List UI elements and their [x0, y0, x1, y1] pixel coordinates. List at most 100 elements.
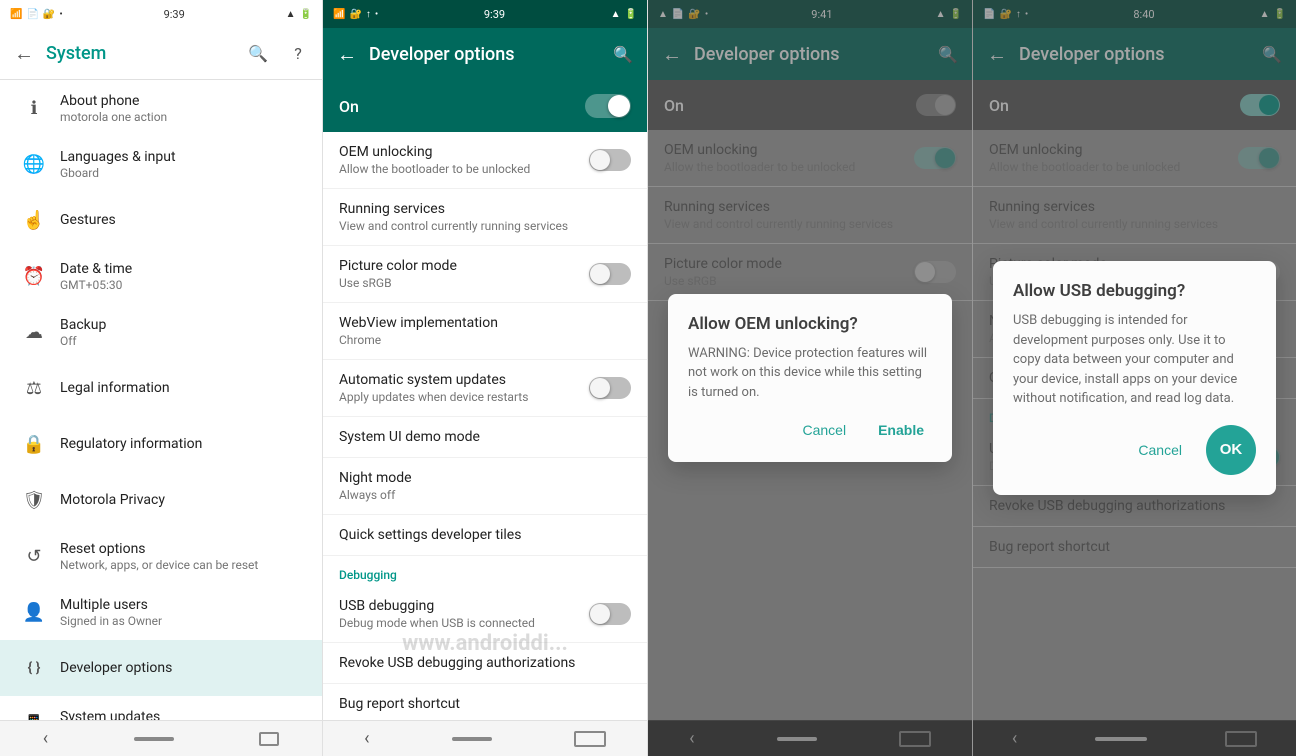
nav-home-mid[interactable] — [452, 737, 492, 741]
dev-item-usbdebug-mid[interactable]: USB debugging Debug mode when USB is con… — [323, 586, 647, 643]
gestures-text: Gestures — [60, 212, 306, 228]
settings-item-about[interactable]: ℹ About phone motorola one action — [0, 80, 322, 136]
running-title-mid: Running services — [339, 201, 631, 217]
usb-dialog-body: USB debugging is intended for developmen… — [1013, 311, 1256, 409]
demo-title-mid: System UI demo mode — [339, 429, 631, 445]
autoupdates-toggle-mid[interactable] — [589, 377, 631, 399]
lock-icon-mid: 🔐 — [349, 9, 361, 20]
settings-item-users[interactable]: 👤 Multiple users Signed in as Owner — [0, 584, 322, 640]
developer-text: Developer options — [60, 660, 306, 676]
oem-cancel-btn[interactable]: Cancel — [795, 418, 855, 442]
help-button-left[interactable]: ? — [284, 40, 312, 68]
search-button-mid[interactable]: 🔍 — [609, 40, 637, 68]
dev-item-autoupdates-mid[interactable]: Automatic system updates Apply updates w… — [323, 360, 647, 417]
picture-toggle-thumb-mid — [590, 264, 610, 284]
settings-item-gestures[interactable]: ☝ Gestures — [0, 192, 322, 248]
oem-dialog-overlay: Allow OEM unlocking? WARNING: Device pro… — [648, 0, 972, 756]
webview-subtitle-mid: Chrome — [339, 333, 631, 347]
dev-item-demo-mid[interactable]: System UI demo mode — [323, 417, 647, 458]
nav-recents-left[interactable] — [259, 732, 279, 746]
settings-item-reset[interactable]: ↺ Reset options Network, apps, or device… — [0, 528, 322, 584]
dev-item-picture-mid[interactable]: Picture color mode Use sRGB — [323, 246, 647, 303]
lock-icon: 🔐 — [43, 9, 55, 20]
privacy-text: Motorola Privacy — [60, 492, 306, 508]
updates-title: System updates — [60, 709, 306, 721]
upload-icon-mid: ↑ — [366, 9, 371, 20]
oem-enable-btn[interactable]: Enable — [870, 418, 932, 442]
oem-toggle-thumb-mid — [590, 150, 610, 170]
dev-item-oem-mid[interactable]: OEM unlocking Allow the bootloader to be… — [323, 132, 647, 189]
nav-recents-mid[interactable] — [574, 731, 606, 747]
backup-icon: ☁ — [16, 314, 52, 350]
datetime-subtitle: GMT+05:30 — [60, 278, 306, 292]
usb-ok-btn[interactable]: OK — [1206, 425, 1256, 475]
dev-item-bug-mid[interactable]: Bug report shortcut — [323, 684, 647, 720]
dev-item-oem-texts-mid: OEM unlocking Allow the bootloader to be… — [339, 144, 530, 176]
autoupdates-title-mid: Automatic system updates — [339, 372, 528, 388]
privacy-icon: 🛡 — [16, 482, 52, 518]
settings-item-privacy[interactable]: 🛡 Motorola Privacy — [0, 472, 322, 528]
oem-dialog-actions: Cancel Enable — [688, 418, 932, 442]
picture-toggle-mid[interactable] — [589, 263, 631, 285]
status-bar-left: 📶 📄 🔐 • 9:39 ▲ 🔋 — [0, 0, 322, 28]
settings-item-regulatory[interactable]: 🔒 Regulatory information — [0, 416, 322, 472]
dev-item-quicktiles-mid[interactable]: Quick settings developer tiles — [323, 515, 647, 556]
nav-back-left[interactable]: ‹ — [43, 728, 48, 749]
revoke-title-mid: Revoke USB debugging authorizations — [339, 655, 631, 671]
battery-icon-mid: 🔋 — [625, 9, 637, 20]
dev-item-webview-mid[interactable]: WebView implementation Chrome — [323, 303, 647, 360]
battery-icon-left: 🔋 — [300, 9, 312, 20]
reset-icon: ↺ — [16, 538, 52, 574]
settings-item-backup[interactable]: ☁ Backup Off — [0, 304, 322, 360]
settings-item-updates[interactable]: 📱 System updates Updated to Android 9 — [0, 696, 322, 720]
usb-cancel-btn[interactable]: Cancel — [1130, 425, 1190, 475]
oem-dialog-title: Allow OEM unlocking? — [688, 314, 932, 334]
reset-subtitle: Network, apps, or device can be reset — [60, 558, 306, 572]
backup-title: Backup — [60, 317, 306, 333]
back-button-left[interactable]: ← — [10, 40, 38, 68]
oem-subtitle-mid: Allow the bootloader to be unlocked — [339, 162, 530, 176]
back-button-mid[interactable]: ← — [333, 40, 361, 68]
picture-title-mid: Picture color mode — [339, 258, 457, 274]
languages-icon: 🌐 — [16, 146, 52, 182]
settings-item-languages[interactable]: 🌐 Languages & input Gboard — [0, 136, 322, 192]
developer-title: Developer options — [60, 660, 306, 676]
usbdebug-subtitle-mid: Debug mode when USB is connected — [339, 616, 535, 630]
users-text: Multiple users Signed in as Owner — [60, 597, 306, 628]
datetime-title: Date & time — [60, 261, 306, 277]
dev-item-revoke-mid[interactable]: Revoke USB debugging authorizations — [323, 643, 647, 684]
usbdebug-title-mid: USB debugging — [339, 598, 535, 614]
search-button-left[interactable]: 🔍 — [244, 40, 272, 68]
developer-options-panel-mid: 📶 🔐 ↑ • 9:39 ▲ 🔋 ← Developer options 🔍 O… — [323, 0, 648, 756]
doc-icon: 📄 — [26, 9, 38, 20]
usb-dialog-overlay: Allow USB debugging? USB debugging is in… — [973, 0, 1296, 756]
dev-item-night-mid[interactable]: Night mode Always off — [323, 458, 647, 515]
regulatory-title: Regulatory information — [60, 436, 306, 452]
dev-item-running-mid[interactable]: Running services View and control curren… — [323, 189, 647, 246]
sim-icon: 📶 — [10, 9, 22, 20]
usbdebug-texts-mid: USB debugging Debug mode when USB is con… — [339, 598, 535, 630]
autoupdates-texts-mid: Automatic system updates Apply updates w… — [339, 372, 528, 404]
dev-settings-list-mid: OEM unlocking Allow the bootloader to be… — [323, 132, 647, 720]
nav-home-left[interactable] — [134, 737, 174, 741]
backup-subtitle: Off — [60, 334, 306, 348]
autoupdates-toggle-thumb-mid — [590, 378, 610, 398]
on-toggle-mid[interactable] — [585, 94, 631, 118]
usbdebug-toggle-mid[interactable] — [589, 603, 631, 625]
picture-subtitle-mid: Use sRGB — [339, 276, 457, 290]
status-icons-mid-left: 📶 🔐 ↑ • — [333, 9, 378, 20]
settings-item-developer[interactable]: { } Developer options — [0, 640, 322, 696]
on-row-mid[interactable]: On — [323, 80, 647, 132]
night-subtitle-mid: Always off — [339, 488, 631, 502]
nav-back-mid[interactable]: ‹ — [364, 728, 369, 749]
developer-icon: { } — [16, 650, 52, 686]
settings-item-datetime[interactable]: ⏰ Date & time GMT+05:30 — [0, 248, 322, 304]
usb-dialog-actions: Cancel OK — [1013, 425, 1256, 475]
system-app-bar: ← System 🔍 ? — [0, 28, 322, 80]
gestures-icon: ☝ — [16, 202, 52, 238]
picture-row-mid: Picture color mode Use sRGB — [339, 258, 631, 290]
settings-item-legal[interactable]: ⚖ Legal information — [0, 360, 322, 416]
users-subtitle: Signed in as Owner — [60, 614, 306, 628]
oem-toggle-mid[interactable] — [589, 149, 631, 171]
legal-icon: ⚖ — [16, 370, 52, 406]
